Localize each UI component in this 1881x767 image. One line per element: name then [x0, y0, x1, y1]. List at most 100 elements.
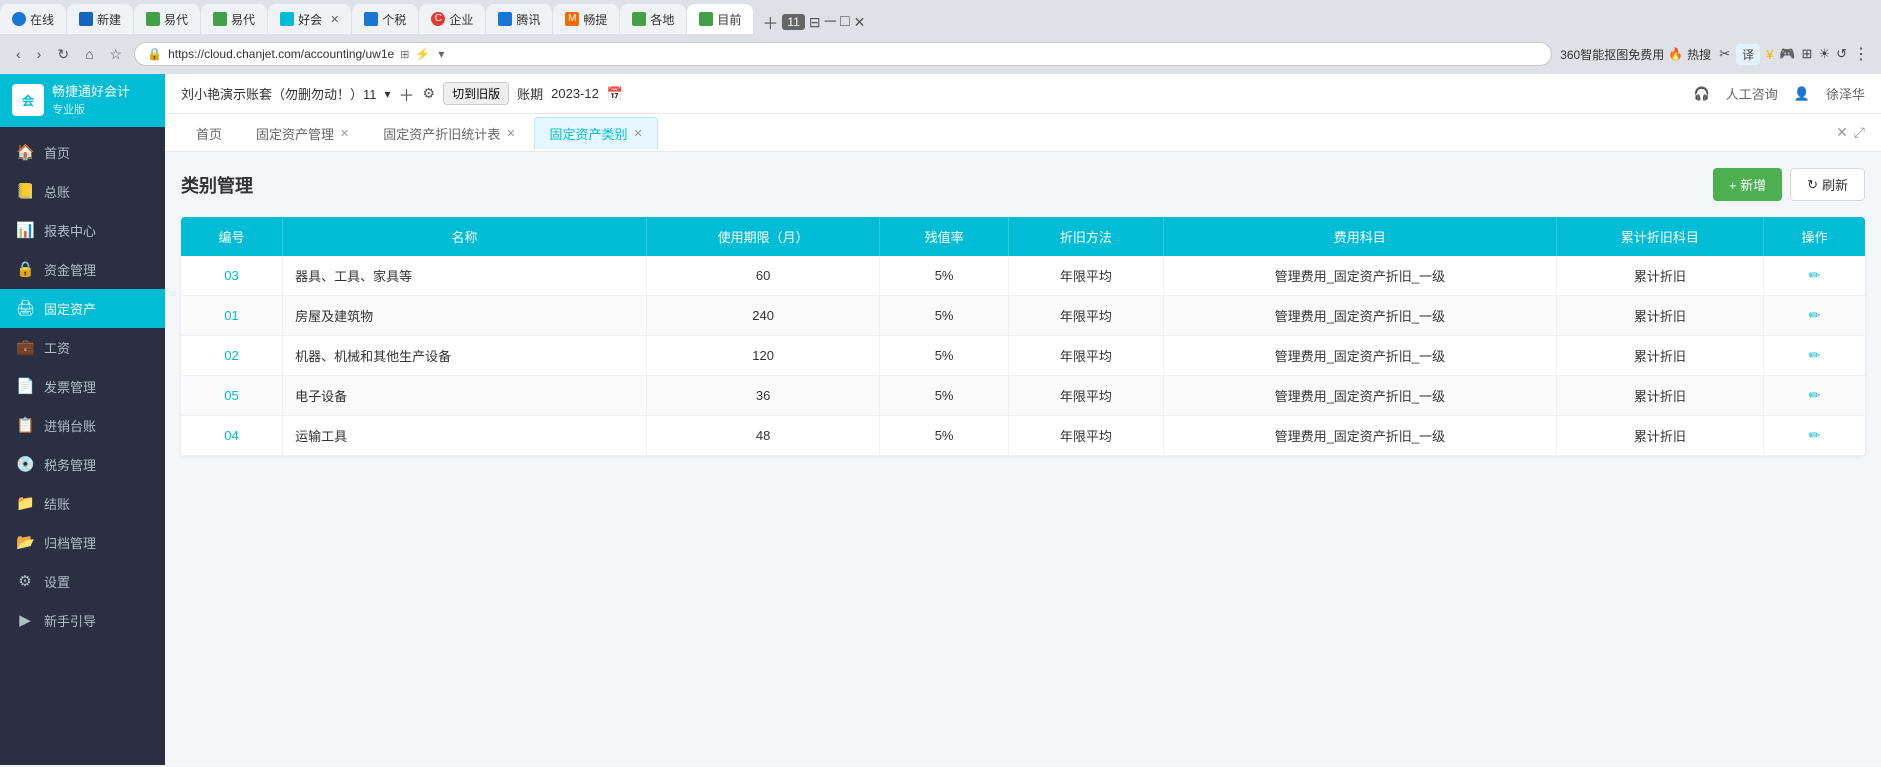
sidebar-label-guide: 新手引导: [44, 611, 96, 630]
sidebar-item-salary[interactable]: 💼 工资: [0, 328, 165, 367]
game-icon[interactable]: 🎮: [1779, 46, 1795, 62]
forward-button[interactable]: ›: [33, 42, 46, 66]
tab-home[interactable]: 首页: [181, 117, 237, 149]
browser-tab-11[interactable]: 目前: [687, 4, 753, 34]
hot-label: 热搜: [1687, 46, 1711, 63]
new-tab-button[interactable]: ＋: [762, 10, 778, 34]
close-browser-icon[interactable]: ✕: [854, 14, 866, 31]
more-icon[interactable]: ⋮: [1853, 44, 1869, 64]
header-actions: + 新增 ↻ 刷新: [1713, 168, 1865, 201]
sidebar-label-settings: 设置: [44, 572, 70, 591]
col-header-expense: 费用科目: [1163, 217, 1556, 256]
app-container: 会 畅捷通好会计 专业版 🏠 首页 📒 总账 📊 报表中心 🔒 资金管理: [0, 74, 1881, 765]
brightness-icon[interactable]: ☀: [1818, 46, 1830, 62]
tab-fixed-depreciation[interactable]: 固定资产折旧统计表 ✕: [368, 117, 530, 149]
cell-code[interactable]: 02: [181, 336, 283, 376]
browser-tab-7[interactable]: C 企业: [419, 4, 485, 34]
url-dropdown-icon[interactable]: ▾: [438, 47, 444, 61]
settings-icon[interactable]: ⚙: [423, 85, 436, 102]
tab-fixed-category[interactable]: 固定资产类别 ✕: [534, 117, 657, 149]
sidebar-item-invoice[interactable]: 📄 发票管理: [0, 367, 165, 406]
edit-icon[interactable]: ✏: [1809, 347, 1821, 363]
cell-action[interactable]: ✏: [1763, 416, 1865, 456]
switch-old-button[interactable]: 切到旧版: [443, 82, 509, 105]
add-button[interactable]: + 新增: [1713, 168, 1782, 201]
table-row: 03 器具、工具、家具等 60 5% 年限平均 管理费用_固定资产折旧_一级 累…: [181, 256, 1865, 296]
settle-icon: 📁: [16, 494, 34, 512]
content-area: 类别管理 + 新增 ↻ 刷新 编号 名称 使用期限（月） 残值率: [165, 152, 1881, 765]
refresh-icon: ↻: [1807, 177, 1818, 193]
sidebar-item-home[interactable]: 🏠 首页: [0, 133, 165, 172]
cell-period: 120: [647, 336, 880, 376]
translate-icon[interactable]: 译: [1736, 44, 1760, 65]
edit-icon[interactable]: ✏: [1809, 307, 1821, 323]
sidebar-item-guide[interactable]: ▶ 新手引导: [0, 601, 165, 640]
sidebar-item-archive[interactable]: 📂 归档管理: [0, 523, 165, 562]
browser-tab-5[interactable]: 好会 ✕: [268, 4, 351, 34]
cell-action[interactable]: ✏: [1763, 256, 1865, 296]
back-button[interactable]: ‹: [12, 42, 25, 66]
cell-action[interactable]: ✏: [1763, 336, 1865, 376]
grid-icon[interactable]: ⊞: [1802, 46, 1813, 62]
secure-icon: 🔒: [147, 47, 162, 61]
cell-residual: 5%: [880, 296, 1009, 336]
invoice-icon: 📄: [16, 377, 34, 395]
browser-tab-9[interactable]: M 畅提: [553, 4, 619, 34]
browser-tab-8[interactable]: 腾讯: [486, 4, 552, 34]
close-tab-fixed-mgmt-icon[interactable]: ✕: [340, 127, 349, 140]
fund-icon: 🔒: [16, 260, 34, 278]
refresh-button[interactable]: ↻: [53, 42, 73, 67]
sidebar-item-fund[interactable]: 🔒 资金管理: [0, 250, 165, 289]
cell-expense: 管理费用_固定资产折旧_一级: [1163, 336, 1556, 376]
close-tab-fixed-depreciation-icon[interactable]: ✕: [506, 127, 515, 140]
edit-icon[interactable]: ✏: [1809, 267, 1821, 283]
undo-icon[interactable]: ↺: [1836, 46, 1847, 62]
dropdown-icon[interactable]: ▾: [385, 87, 391, 101]
tab-window-close-icon[interactable]: ✕: [1836, 124, 1848, 141]
browser-tab-6[interactable]: 个税: [352, 4, 418, 34]
minimize-icon[interactable]: ─: [825, 13, 836, 31]
tab-menu-icon[interactable]: ⊟: [809, 14, 821, 31]
sidebar-item-fixed[interactable]: 🖨 固定资产: [0, 289, 165, 328]
browser-tab-3[interactable]: 易代: [134, 4, 200, 34]
browser-tab-10[interactable]: 各地: [620, 4, 686, 34]
url-box[interactable]: 🔒 https://cloud.chanjet.com/accounting/u…: [134, 42, 1552, 66]
site-info-icon[interactable]: ⊞: [400, 48, 409, 61]
cell-expense: 管理费用_固定资产折旧_一级: [1163, 416, 1556, 456]
browser-tab-4[interactable]: 易代: [201, 4, 267, 34]
sidebar-item-stock[interactable]: 📋 进销台账: [0, 406, 165, 445]
cell-name: 器具、工具、家具等: [283, 256, 647, 296]
page-title: 类别管理: [181, 172, 253, 198]
cell-code[interactable]: 01: [181, 296, 283, 336]
scissors-icon[interactable]: ✂: [1719, 46, 1730, 62]
cell-residual: 5%: [880, 376, 1009, 416]
tab-fixed-mgmt[interactable]: 固定资产管理 ✕: [241, 117, 364, 149]
cell-action[interactable]: ✏: [1763, 376, 1865, 416]
edit-icon[interactable]: ✏: [1809, 427, 1821, 443]
cell-code[interactable]: 03: [181, 256, 283, 296]
close-tab-fixed-category-icon[interactable]: ✕: [634, 127, 643, 140]
sidebar-item-settle[interactable]: 📁 结账: [0, 484, 165, 523]
col-header-action: 操作: [1763, 217, 1865, 256]
sidebar-item-ledger[interactable]: 📒 总账: [0, 172, 165, 211]
bookmark-button[interactable]: ☆: [106, 42, 127, 67]
data-table: 编号 名称 使用期限（月） 残值率 折旧方法 费用科目 累计折旧科目 操作 03…: [181, 217, 1865, 456]
browser-tab-2[interactable]: 新建: [67, 4, 133, 34]
edit-icon[interactable]: ✏: [1809, 387, 1821, 403]
add-account-icon[interactable]: ＋: [399, 82, 415, 106]
wallet-icon[interactable]: ¥: [1766, 47, 1773, 62]
sidebar-item-report[interactable]: 📊 报表中心: [0, 211, 165, 250]
refresh-btn[interactable]: ↻ 刷新: [1790, 168, 1865, 201]
cell-action[interactable]: ✏: [1763, 296, 1865, 336]
consult-label[interactable]: 人工咨询: [1726, 84, 1778, 103]
home-button[interactable]: ⌂: [81, 42, 97, 66]
calendar-icon[interactable]: 📅: [607, 86, 623, 102]
browser-tab-1[interactable]: 在线: [0, 4, 66, 34]
tab-window-max-icon[interactable]: ⤢: [1854, 124, 1865, 141]
maximize-icon[interactable]: □: [840, 13, 850, 31]
close-tab-5-icon[interactable]: ✕: [330, 13, 339, 26]
sidebar-item-settings[interactable]: ⚙ 设置: [0, 562, 165, 601]
cell-code[interactable]: 05: [181, 376, 283, 416]
cell-code[interactable]: 04: [181, 416, 283, 456]
sidebar-item-tax[interactable]: 💿 税务管理: [0, 445, 165, 484]
